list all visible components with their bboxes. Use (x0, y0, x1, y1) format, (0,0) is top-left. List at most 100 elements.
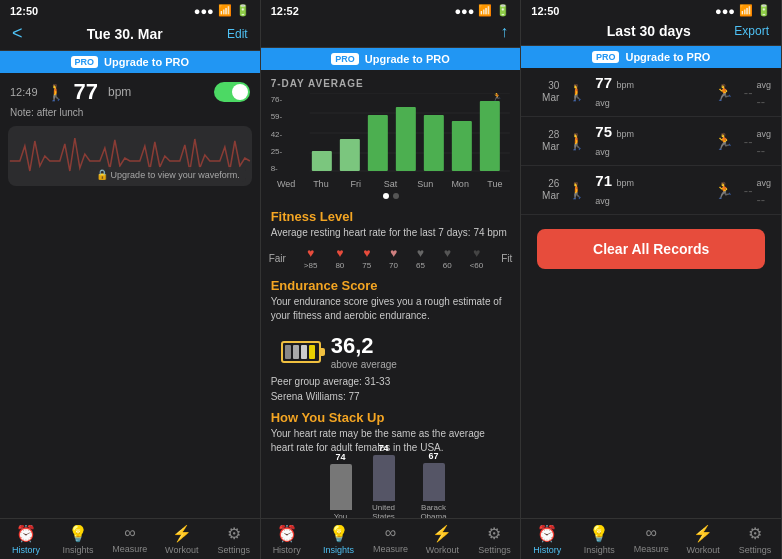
time-3: 12:50 (531, 5, 559, 17)
back-button-1[interactable]: < (12, 23, 23, 44)
record-row-2: 28 Mar 🚶 75 bpm avg 🏃 -- avg -- (521, 117, 781, 166)
tab-insights-3[interactable]: 💡 Insights (573, 524, 625, 555)
dot-1 (383, 193, 389, 199)
bar-you: 74 You (330, 452, 352, 518)
fitness-desc: Average resting heart rate for the last … (261, 226, 521, 246)
record-bpm-block-1: 77 bpm avg (595, 74, 634, 110)
person-icon-r2: 🚶 (567, 132, 587, 151)
history-label-3: History (533, 545, 561, 555)
tab-history-1[interactable]: ⏰ History (0, 524, 52, 555)
pro-banner-2[interactable]: PRO Upgrade to PRO (261, 48, 521, 70)
dot-2 (393, 193, 399, 199)
score-label: above average (331, 359, 397, 370)
reading-row: 12:49 🚶 77 bpm (0, 73, 260, 107)
pro-text-1: Upgrade to PRO (104, 56, 189, 68)
score-row: 36,2 above average (261, 329, 521, 374)
bar-obama: 67 Barack Obama (416, 451, 452, 518)
tab-history-3[interactable]: ⏰ History (521, 524, 573, 555)
share-button[interactable]: ↑ (500, 23, 508, 41)
tab-insights-2[interactable]: 💡 Insights (313, 524, 365, 555)
history-icon-3: ⏰ (537, 524, 557, 543)
bar-us: 74 United States (366, 443, 402, 518)
insights-icon-3: 💡 (589, 524, 609, 543)
history-label-2: History (273, 545, 301, 555)
panel-history: 12:50 ●●● 📶 🔋 < Tue 30. Mar Edit PRO Upg… (0, 0, 261, 559)
workout-label-1: Workout (165, 545, 198, 555)
signal-icon-3: ●●● (715, 5, 735, 17)
status-bar-1: 12:50 ●●● 📶 🔋 (0, 0, 260, 19)
export-button[interactable]: Export (734, 24, 769, 38)
tab-settings-1[interactable]: ⚙ Settings (208, 524, 260, 555)
history-icon-1: ⏰ (16, 524, 36, 543)
svg-rect-6 (340, 139, 360, 171)
record-date-2: 28 Mar (531, 129, 559, 153)
nav-title-1: Tue 30. Mar (87, 26, 163, 42)
settings-icon-1: ⚙ (227, 524, 241, 543)
toggle-switch[interactable] (214, 82, 250, 102)
tab-workout-3[interactable]: ⚡ Workout (677, 524, 729, 555)
person-icon-r3: 🚶 (567, 181, 587, 200)
svg-rect-10 (452, 121, 472, 171)
pro-badge-2: PRO (331, 53, 359, 65)
insights-icon-1: 💡 (68, 524, 88, 543)
tab-history-2[interactable]: ⏰ History (261, 524, 313, 555)
clear-all-records-button[interactable]: Clear All Records (537, 229, 765, 269)
battery-bar-4 (309, 345, 315, 359)
tab-measure-1[interactable]: ∞ Measure (104, 524, 156, 555)
svg-rect-11 (480, 101, 500, 171)
tab-settings-2[interactable]: ⚙ Settings (468, 524, 520, 555)
time-2: 12:52 (271, 5, 299, 17)
panel3-content: 30 Mar 🚶 77 bpm avg 🏃 -- avg -- 28 (521, 68, 781, 518)
wifi-icon: 📶 (218, 4, 232, 17)
record-avg-right-1: avg -- (757, 74, 772, 110)
heart-1: ♥ >85 (304, 246, 318, 270)
svg-rect-7 (368, 115, 388, 171)
measure-label-1: Measure (112, 544, 147, 554)
heart-3: ♥ 75 (362, 246, 371, 270)
settings-icon-2: ⚙ (487, 524, 501, 543)
status-icons-1: ●●● 📶 🔋 (194, 4, 250, 17)
status-bar-3: 12:50 ●●● 📶 🔋 (521, 0, 781, 19)
tab-insights-1[interactable]: 💡 Insights (52, 524, 104, 555)
workout-icon-1: ⚡ (172, 524, 192, 543)
stack-title: How You Stack Up (261, 404, 521, 427)
battery-score-icon (281, 341, 321, 363)
svg-rect-8 (396, 107, 416, 171)
tab-measure-3[interactable]: ∞ Measure (625, 524, 677, 555)
history-icon-2: ⏰ (277, 524, 297, 543)
heart-2: ♥ 80 (335, 246, 344, 270)
svg-text:🏃: 🏃 (492, 93, 502, 101)
edit-button[interactable]: Edit (227, 27, 248, 41)
settings-label-2: Settings (478, 545, 511, 555)
tab-workout-1[interactable]: ⚡ Workout (156, 524, 208, 555)
pro-text-2: Upgrade to PRO (365, 53, 450, 65)
measure-icon-2: ∞ (385, 524, 396, 542)
tab-measure-2[interactable]: ∞ Measure (365, 524, 417, 555)
pro-text-3: Upgrade to PRO (625, 51, 710, 63)
upgrade-overlay[interactable]: 🔒 Upgrade to view your waveform. (90, 167, 246, 182)
tab-bar-1: ⏰ History 💡 Insights ∞ Measure ⚡ Workout… (0, 518, 260, 559)
score-value: 36,2 (331, 333, 397, 359)
measure-label-2: Measure (373, 544, 408, 554)
panel1-content: 12:49 🚶 77 bpm Note: after lunch 🔒 Upgra… (0, 73, 260, 518)
panel-last30: 12:50 ●●● 📶 🔋 Last 30 days Export PRO Up… (521, 0, 782, 559)
run-icon-r3: 🏃 (714, 181, 734, 200)
tab-workout-2[interactable]: ⚡ Workout (416, 524, 468, 555)
heart-5: ♥ 65 (416, 246, 425, 270)
svg-rect-9 (424, 115, 444, 171)
history-label-1: History (12, 545, 40, 555)
settings-label-1: Settings (217, 545, 250, 555)
lock-icon: 🔒 (96, 169, 108, 180)
run-icon-r2: 🏃 (714, 132, 734, 151)
pro-banner-1[interactable]: PRO Upgrade to PRO (0, 51, 260, 73)
bar-us-rect (373, 455, 395, 501)
battery-bar-3 (301, 345, 307, 359)
settings-label-3: Settings (739, 545, 772, 555)
tab-settings-3[interactable]: ⚙ Settings (729, 524, 781, 555)
panel-insights: 12:52 ●●● 📶 🔋 ↑ PRO Upgrade to PRO 7-DAY… (261, 0, 522, 559)
battery-icon-status: 🔋 (236, 4, 250, 17)
battery-bar-1 (285, 345, 291, 359)
heart-6: ♥ 60 (443, 246, 452, 270)
bar-obama-rect (423, 463, 445, 501)
pro-banner-3[interactable]: PRO Upgrade to PRO (521, 46, 781, 68)
